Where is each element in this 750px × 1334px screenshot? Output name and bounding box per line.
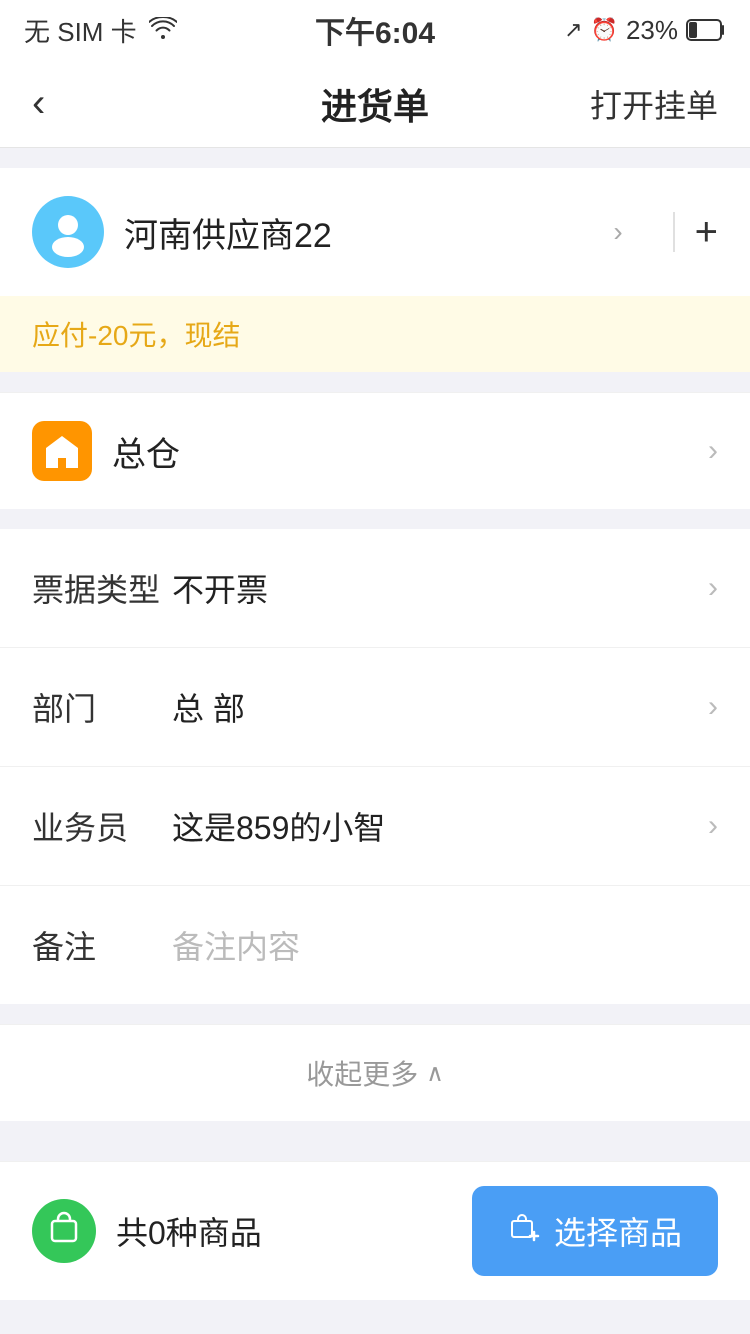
product-icon [32,1199,96,1263]
supplier-divider [673,212,675,252]
select-product-icon [508,1214,542,1248]
warehouse-chevron-icon: › [708,434,718,468]
department-value: 总 部 [172,684,708,730]
supplier-row[interactable]: 河南供应商22 › + [0,168,750,296]
salesperson-label: 业务员 [32,803,172,849]
collapse-row[interactable]: 收起更多 ∧ [0,1024,750,1121]
supplier-section: 河南供应商22 › + 应付-20元，现结 [0,168,750,372]
status-right: ↗ ⏰ 23% [564,15,726,46]
top-divider [0,148,750,168]
bottom-bar: 共0种商品 选择商品 [0,1161,750,1300]
form-row-salesperson[interactable]: 业务员 这是859的小智 › [0,767,750,886]
remark-value[interactable]: 备注内容 [172,922,718,968]
warehouse-divider [0,372,750,392]
wifi-icon [149,15,177,46]
form-row-invoice[interactable]: 票据类型 不开票 › [0,529,750,648]
status-left: 无 SIM 卡 [24,12,177,49]
department-label: 部门 [32,684,172,730]
select-product-label: 选择商品 [554,1208,682,1254]
alarm-icon: ⏰ [591,17,618,43]
collapse-label: 收起更多 [306,1053,418,1093]
form-row-remark[interactable]: 备注 备注内容 [0,886,750,1004]
invoice-value: 不开票 [172,565,708,611]
notice-text: 应付-20元，现结 [32,320,240,351]
invoice-chevron-icon: › [708,571,718,605]
remark-label: 备注 [32,922,172,968]
department-chevron-icon: › [708,690,718,724]
supplier-chevron-icon: › [613,216,622,248]
supplier-avatar [32,196,104,268]
warehouse-name: 总仓 [112,427,708,476]
form-row-department[interactable]: 部门 总 部 › [0,648,750,767]
nav-bar: ‹ 进货单 打开挂单 [0,60,750,148]
bottom-divider [0,1121,750,1141]
salesperson-value: 这是859的小智 [172,803,708,849]
warehouse-icon [32,421,92,481]
status-bar: 无 SIM 卡 下午6:04 ↗ ⏰ 23% [0,0,750,60]
open-pending-button[interactable]: 打开挂单 [590,81,718,127]
supplier-name: 河南供应商22 [124,208,613,257]
battery-icon [686,19,726,41]
back-button[interactable]: ‹ [32,81,45,126]
add-supplier-button[interactable]: + [695,210,718,255]
invoice-label: 票据类型 [32,565,172,611]
page-title: 进货单 [321,78,429,130]
status-time: 下午6:04 [315,8,435,52]
select-product-button[interactable]: 选择商品 [472,1186,718,1276]
product-count: 共0种商品 [116,1208,472,1254]
notice-bar: 应付-20元，现结 [0,296,750,372]
warehouse-row[interactable]: 总仓 › [0,392,750,509]
location-icon: ↗ [564,17,582,43]
carrier-label: 无 SIM 卡 [24,12,137,49]
page-body: 河南供应商22 › + 应付-20元，现结 总仓 › 票据类型 不开票 › 部门… [0,148,750,1334]
battery-label: 23% [626,15,678,46]
collapse-arrow-icon: ∧ [426,1059,444,1088]
form-section: 票据类型 不开票 › 部门 总 部 › 业务员 这是859的小智 › 备注 备注… [0,529,750,1004]
salesperson-chevron-icon: › [708,809,718,843]
